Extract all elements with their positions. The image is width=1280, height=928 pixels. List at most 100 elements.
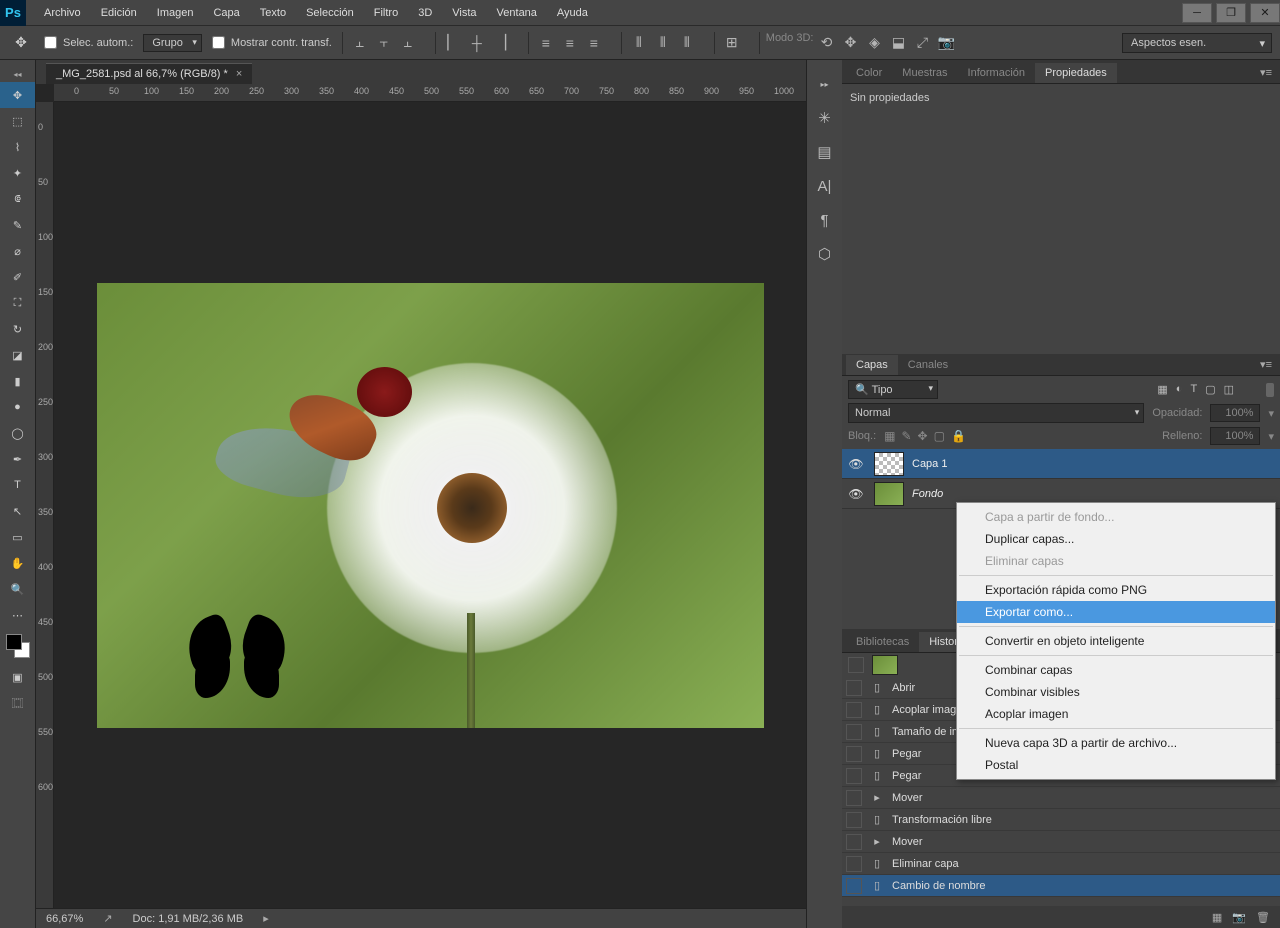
panel-menu-icon[interactable]: ▾≡: [1252, 62, 1280, 83]
ruler-vertical[interactable]: 050100150200250300350400450500550600: [36, 102, 54, 908]
distribute-2-icon[interactable]: ≡: [559, 32, 581, 54]
paragraph-icon[interactable]: ¶: [813, 208, 837, 232]
eraser-tool[interactable]: ◪: [0, 342, 35, 368]
dodge-tool[interactable]: ◯: [0, 420, 35, 446]
tab-capas[interactable]: Capas: [846, 355, 898, 375]
history-item[interactable]: ▸Mover: [842, 787, 1280, 809]
tab-close-icon[interactable]: ×: [236, 68, 242, 80]
ctx-duplicar-capas-[interactable]: Duplicar capas...: [957, 528, 1275, 550]
foreground-color[interactable]: [6, 634, 22, 650]
status-arrow-icon[interactable]: ▸: [263, 912, 269, 925]
visibility-toggle[interactable]: 👁: [846, 487, 866, 501]
ctx-acoplar-imagen[interactable]: Acoplar imagen: [957, 703, 1275, 725]
type-tool[interactable]: T: [0, 472, 35, 498]
filter-shape-icon[interactable]: ▢: [1205, 383, 1215, 397]
path-select-tool[interactable]: ↖: [0, 498, 35, 524]
menu-archivo[interactable]: Archivo: [34, 2, 91, 24]
layer-name[interactable]: Capa 1: [912, 458, 947, 470]
history-item[interactable]: ▯Transformación libre: [842, 809, 1280, 831]
lock-trans-icon[interactable]: ▦: [884, 429, 895, 443]
document-tab[interactable]: _MG_2581.psd al 66,7% (RGB/8) * ×: [46, 63, 252, 84]
3d-orbit-icon[interactable]: ⟲: [815, 32, 837, 54]
history-item[interactable]: ▯Eliminar capa: [842, 853, 1280, 875]
close-button[interactable]: ✕: [1250, 3, 1280, 23]
tab-propiedades[interactable]: Propiedades: [1035, 63, 1117, 83]
navigator-icon[interactable]: ▤: [813, 140, 837, 164]
histogram-icon[interactable]: ✳: [813, 106, 837, 130]
workspace-selector[interactable]: Aspectos esen. ▾: [1122, 33, 1272, 53]
crop-tool[interactable]: ⟃: [0, 186, 35, 212]
autoselect-checkbox[interactable]: Selec. autom.:: [44, 36, 133, 49]
filter-adjust-icon[interactable]: ◐: [1176, 383, 1183, 397]
layer-thumb[interactable]: [874, 482, 904, 506]
ruler-horizontal[interactable]: 0501001502002503003504004505005506006507…: [54, 84, 806, 102]
minimize-button[interactable]: ─: [1182, 3, 1212, 23]
ctx-nueva-capa-3d-a-partir-de-archivo-[interactable]: Nueva capa 3D a partir de archivo...: [957, 732, 1275, 754]
fill-dd-icon[interactable]: ▾: [1268, 430, 1274, 443]
opacity-input[interactable]: 100%: [1210, 404, 1260, 422]
shape-tool[interactable]: ▭: [0, 524, 35, 550]
lock-pos-icon[interactable]: ✥: [918, 429, 928, 443]
layer-filter-select[interactable]: 🔍 Tipo: [848, 380, 938, 399]
3d-dolly-icon[interactable]: ◈: [863, 32, 885, 54]
edit-toolbar-icon[interactable]: ⋯: [0, 602, 35, 628]
pen-tool[interactable]: ✒: [0, 446, 35, 472]
magic-wand-tool[interactable]: ✦: [0, 160, 35, 186]
lock-all-icon[interactable]: 🔒: [951, 429, 966, 443]
color-swatch[interactable]: [6, 634, 30, 658]
history-item[interactable]: ▯Cambio de nombre: [842, 875, 1280, 897]
ctx-postal[interactable]: Postal: [957, 754, 1275, 776]
opacity-dd-icon[interactable]: ▾: [1268, 407, 1274, 420]
hist-new-doc-icon[interactable]: ▦: [1212, 911, 1222, 924]
history-brush-tool[interactable]: ↻: [0, 316, 35, 342]
move-tool[interactable]: ✥: [0, 82, 35, 108]
distribute-3-icon[interactable]: ≡: [583, 32, 605, 54]
auto-align-icon[interactable]: ⊞: [721, 32, 743, 54]
ctx-exportaci-n-r-pida-como-png[interactable]: Exportación rápida como PNG: [957, 579, 1275, 601]
3d-slide-icon[interactable]: ⬓: [887, 32, 909, 54]
tab-informacion[interactable]: Información: [958, 63, 1035, 83]
align-left-icon[interactable]: ▏: [442, 32, 464, 54]
marquee-tool[interactable]: ⬚: [0, 108, 35, 134]
lock-paint-icon[interactable]: ✎: [901, 429, 911, 443]
hist-delete-icon[interactable]: 🗑: [1256, 911, 1270, 924]
move-tool-icon[interactable]: ✥: [8, 30, 34, 56]
share-icon[interactable]: ↗: [103, 912, 112, 925]
ctx-exportar-como-[interactable]: Exportar como...: [957, 601, 1275, 623]
layer-capa1[interactable]: 👁 Capa 1: [842, 449, 1280, 479]
distribute-1-icon[interactable]: ≡: [535, 32, 557, 54]
filter-smart-icon[interactable]: ◫: [1224, 383, 1234, 397]
filter-type-icon[interactable]: T: [1190, 383, 1197, 397]
tab-color[interactable]: Color: [846, 63, 892, 83]
character-icon[interactable]: A|: [813, 174, 837, 198]
doc-size[interactable]: Doc: 1,91 MB/2,36 MB: [133, 913, 244, 925]
hist-snapshot-icon[interactable]: 📷: [1232, 911, 1246, 924]
menu-imagen[interactable]: Imagen: [147, 2, 204, 24]
lock-artboard-icon[interactable]: ▢: [934, 429, 945, 443]
transform-controls-checkbox[interactable]: Mostrar contr. transf.: [212, 36, 332, 49]
quickmask-tool[interactable]: ▣: [0, 664, 35, 690]
ctx-combinar-visibles[interactable]: Combinar visibles: [957, 681, 1275, 703]
lasso-tool[interactable]: ⌇: [0, 134, 35, 160]
tab-bibliotecas[interactable]: Bibliotecas: [846, 632, 919, 652]
fill-input[interactable]: 100%: [1210, 427, 1260, 445]
tab-muestras[interactable]: Muestras: [892, 63, 957, 83]
clone-stamp-tool[interactable]: ⛶: [0, 290, 35, 316]
tab-canales[interactable]: Canales: [898, 355, 958, 375]
menu-3d[interactable]: 3D: [408, 2, 442, 24]
zoom-tool[interactable]: 🔍: [0, 576, 35, 602]
distribute-5-icon[interactable]: ⦀: [652, 32, 674, 54]
filter-toggle[interactable]: [1266, 383, 1274, 397]
distribute-4-icon[interactable]: ⦀: [628, 32, 650, 54]
visibility-toggle[interactable]: 👁: [846, 457, 866, 471]
layer-thumb[interactable]: [874, 452, 904, 476]
toolbox-collapse-icon[interactable]: ◂◂: [0, 70, 35, 78]
3d-pan-icon[interactable]: ✥: [839, 32, 861, 54]
hand-tool[interactable]: ✋: [0, 550, 35, 576]
distribute-6-icon[interactable]: ⦀: [676, 32, 698, 54]
3d-camera-icon[interactable]: 📷: [935, 32, 957, 54]
align-vcenter-icon[interactable]: ⫟: [373, 32, 395, 54]
menu-ayuda[interactable]: Ayuda: [547, 2, 598, 24]
menu-texto[interactable]: Texto: [250, 2, 296, 24]
healing-brush-tool[interactable]: ⌀: [0, 238, 35, 264]
